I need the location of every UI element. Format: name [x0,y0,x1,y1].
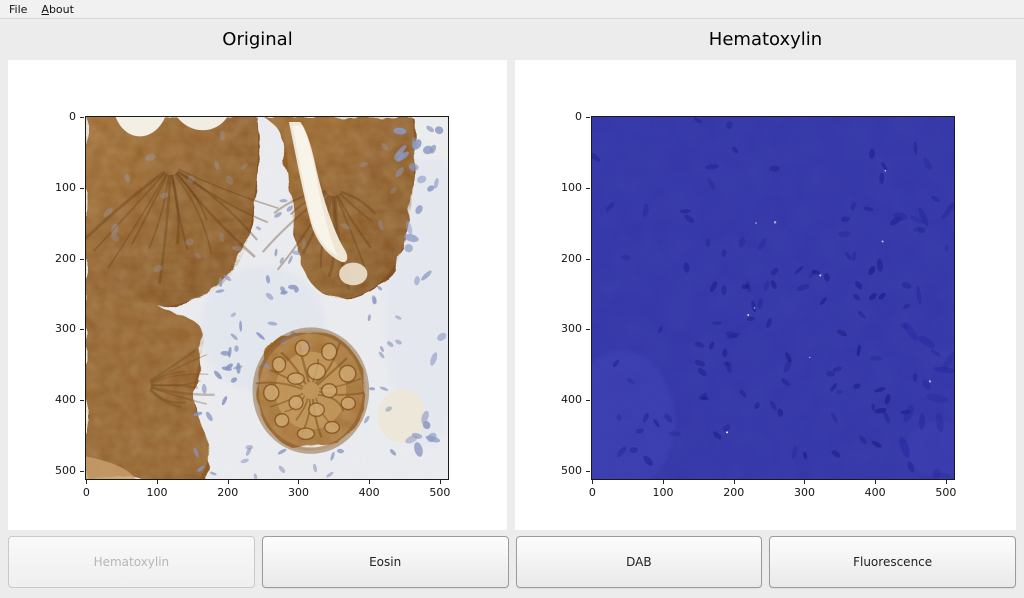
x-tick-label: 500 [429,486,451,499]
x-tick-mark [663,480,665,484]
y-tick-label: 400 [561,393,582,407]
y-tick-mark [586,117,590,119]
y-tick-label: 300 [561,322,582,336]
original-plot-frame [85,116,449,480]
y-tick-label: 500 [561,463,582,477]
menu-item-about[interactable]: About [41,3,74,16]
x-tick-label: 200 [217,486,239,499]
x-tick-label: 0 [82,486,90,499]
y-tick-mark [586,329,590,331]
y-tick-mark [80,188,84,190]
x-tick-mark [86,480,88,484]
y-tick-mark [586,188,590,190]
original-image [86,117,448,479]
stain-button-bar: Hematoxylin Eosin DAB Fluorescence [8,536,1016,588]
x-tick-mark [298,480,300,484]
x-tick-label: 200 [723,486,745,499]
figure-canvas-original: 0 100 200 300 400 500 0 100 200 300 400 500 [8,60,507,530]
y-tick-label: 0 [69,110,76,124]
x-tick-label: 300 [287,486,309,499]
y-tick-label: 300 [55,322,76,336]
x-tick-label: 400 [358,486,380,499]
figure-canvas-hematoxylin: 0 100 200 300 400 500 0 100 200 300 400 500 [515,60,1016,530]
panel-title-original: Original [222,29,293,50]
y-tick-label: 0 [575,110,582,124]
y-tick-label: 100 [561,181,582,195]
x-tick-mark [733,480,735,484]
x-tick-mark [157,480,159,484]
x-tick-mark [439,480,441,484]
x-tick-mark [804,480,806,484]
hematoxylin-image [592,117,954,479]
menubar: File About [0,0,1024,19]
x-tick-label: 300 [793,486,815,499]
hematoxylin-plot-frame [591,116,955,480]
y-tick-label: 400 [55,393,76,407]
x-tick-mark [592,480,594,484]
x-tick-label: 100 [652,486,674,499]
x-tick-label: 100 [146,486,168,499]
stain-button-eosin[interactable]: Eosin [261,536,509,588]
stain-button-dab[interactable]: DAB [515,536,763,588]
y-tick-mark [80,400,84,402]
y-tick-mark [586,400,590,402]
x-tick-mark [875,480,877,484]
x-tick-mark [369,480,371,484]
x-tick-mark [227,480,229,484]
stain-button-hematoxylin: Hematoxylin [8,536,255,588]
stain-button-fluorescence[interactable]: Fluorescence [769,536,1016,588]
y-tick-mark [586,258,590,260]
x-tick-label: 500 [935,486,957,499]
x-tick-label: 400 [864,486,886,499]
y-tick-label: 100 [55,181,76,195]
y-tick-label: 500 [55,463,76,477]
y-tick-mark [80,117,84,119]
y-tick-label: 200 [561,251,582,265]
panel-title-hematoxylin: Hematoxylin [708,29,823,50]
y-tick-mark [80,470,84,472]
menu-item-file[interactable]: File [9,3,27,16]
y-tick-mark [80,329,84,331]
y-tick-mark [80,258,84,260]
y-tick-mark [586,470,590,472]
x-tick-label: 0 [588,486,596,499]
x-tick-mark [945,480,947,484]
y-tick-label: 200 [55,251,76,265]
